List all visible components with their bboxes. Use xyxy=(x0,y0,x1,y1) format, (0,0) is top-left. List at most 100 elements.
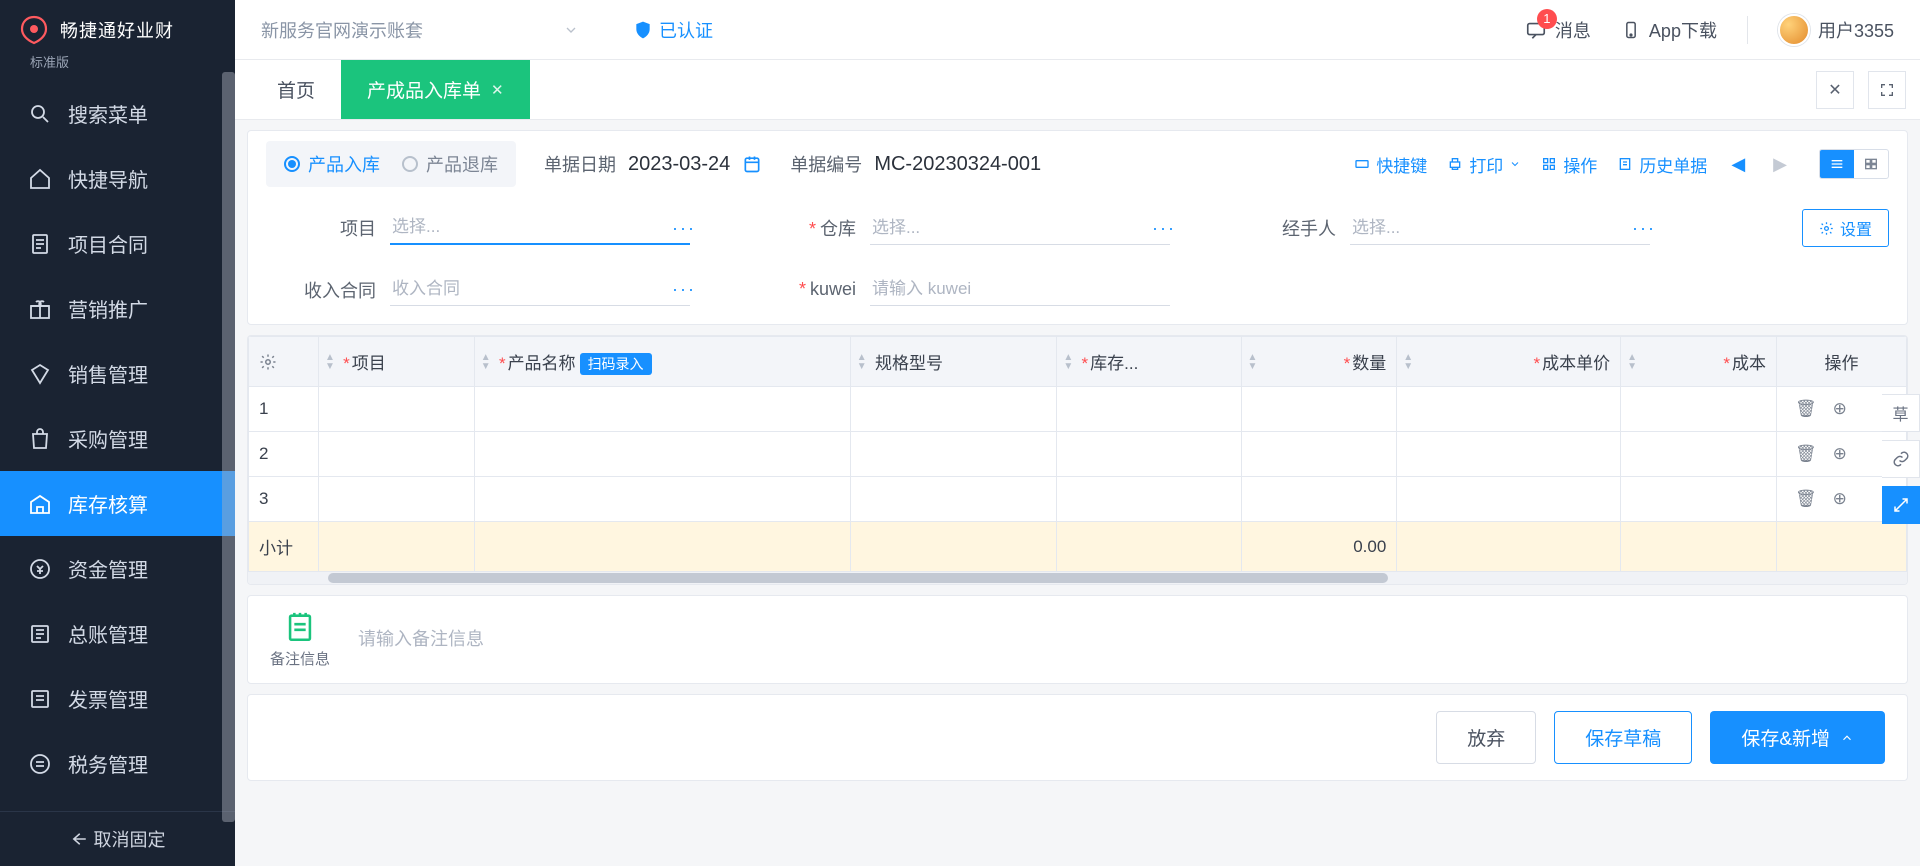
col-qty[interactable]: ▲▼ *数量 xyxy=(1241,337,1397,387)
view-list-button[interactable] xyxy=(1820,150,1854,178)
prev-record-button[interactable]: ◀ xyxy=(1727,154,1749,175)
rail-expand-button[interactable] xyxy=(1882,486,1920,524)
history-icon xyxy=(1617,156,1633,172)
list-icon xyxy=(1829,156,1845,172)
sidebar-item-sales[interactable]: 销售管理 xyxy=(0,341,235,406)
sidebar-scrollbar[interactable] xyxy=(222,72,235,822)
verified-text: 已认证 xyxy=(659,17,713,43)
remarks-panel: 备注信息 xyxy=(247,595,1908,684)
account-name: 新服务官网演示账套 xyxy=(261,17,423,43)
scrollbar-thumb[interactable] xyxy=(328,573,1388,583)
add-row-button[interactable]: ⊕ xyxy=(1833,444,1847,463)
col-spec[interactable]: ▲▼ 规格型号 xyxy=(850,337,1057,387)
fullscreen-button[interactable] xyxy=(1868,71,1906,109)
add-row-button[interactable]: ⊕ xyxy=(1833,399,1847,418)
radio-dot-icon xyxy=(284,156,300,172)
col-unitcost[interactable]: ▲▼ *成本单价 xyxy=(1397,337,1621,387)
col-stock[interactable]: ▲▼ *库存... xyxy=(1057,337,1241,387)
view-card-button[interactable] xyxy=(1854,150,1888,178)
col-label: 成本单价 xyxy=(1542,354,1610,373)
rail-draft-button[interactable]: 草 xyxy=(1882,394,1920,432)
unpin-button[interactable]: 取消固定 xyxy=(0,811,235,866)
tab-inbound-order[interactable]: 产成品入库单 ✕ xyxy=(341,60,530,119)
col-project[interactable]: ▲▼ *项目 xyxy=(319,337,475,387)
sidebar-item-label: 营销推广 xyxy=(68,294,148,323)
calendar-icon[interactable] xyxy=(742,154,762,174)
table-row[interactable]: 1🗑⊕ xyxy=(249,387,1907,432)
delete-row-button[interactable]: 🗑 xyxy=(1795,399,1817,418)
next-record-button[interactable]: ▶ xyxy=(1769,154,1791,175)
sidebar-item-label: 项目合同 xyxy=(68,229,148,258)
col-product[interactable]: ▲▼ *产品名称扫码录入 xyxy=(474,337,850,387)
tab-close-all-button[interactable]: ✕ xyxy=(1816,71,1854,109)
messages-button[interactable]: 1 消息 xyxy=(1525,17,1591,43)
more-icon[interactable]: ··· xyxy=(672,218,696,239)
sidebar-item-project[interactable]: 项目合同 xyxy=(0,211,235,276)
sidebar-item-purchase[interactable]: 采购管理 xyxy=(0,406,235,471)
unpin-label: 取消固定 xyxy=(94,826,166,852)
printer-icon xyxy=(1447,156,1463,172)
warehouse-label: *仓库 xyxy=(746,215,856,241)
app-download-button[interactable]: App下载 xyxy=(1621,17,1717,43)
handler-input[interactable] xyxy=(1350,212,1650,245)
rail-link-button[interactable] xyxy=(1882,440,1920,478)
horizontal-scrollbar[interactable] xyxy=(248,572,1907,584)
more-icon[interactable]: ··· xyxy=(672,279,696,300)
sort-icon: ▲▼ xyxy=(1627,353,1637,371)
delete-row-button[interactable]: 🗑 xyxy=(1795,444,1817,463)
col-label: 产品名称 xyxy=(508,354,576,373)
sort-icon: ▲▼ xyxy=(1063,353,1073,371)
sidebar-item-inventory[interactable]: 库存核算 xyxy=(0,471,235,536)
more-icon[interactable]: ··· xyxy=(1152,218,1176,239)
history-button[interactable]: 历史单据 xyxy=(1617,152,1707,177)
radio-return[interactable]: 产品退库 xyxy=(402,151,498,177)
sidebar-item-ledger[interactable]: 总账管理 xyxy=(0,601,235,666)
ops-button[interactable]: 操作 xyxy=(1541,152,1597,177)
download-label: App下载 xyxy=(1649,17,1717,43)
add-row-button[interactable]: ⊕ xyxy=(1833,489,1847,508)
project-input[interactable] xyxy=(390,211,690,245)
tool-label: 操作 xyxy=(1563,152,1597,177)
account-select[interactable]: 新服务官网演示账套 xyxy=(261,17,579,43)
print-button[interactable]: 打印 xyxy=(1447,152,1521,177)
warehouse-input[interactable] xyxy=(870,212,1170,245)
radio-label: 产品入库 xyxy=(308,151,380,177)
remarks-input[interactable] xyxy=(358,629,1885,650)
sidebar-item-search[interactable]: 搜索菜单 xyxy=(0,81,235,146)
row-number: 3 xyxy=(249,477,319,522)
save-new-button[interactable]: 保存&新增 xyxy=(1710,711,1885,764)
items-table: ▲▼ *项目 ▲▼ *产品名称扫码录入 ▲▼ 规格型号 ▲▼ *库存... ▲▼… xyxy=(247,335,1908,585)
handler-label: 经手人 xyxy=(1226,215,1336,241)
tab-home[interactable]: 首页 xyxy=(251,60,341,119)
sidebar-item-tax[interactable]: 税务管理 xyxy=(0,731,235,796)
shortcut-button[interactable]: 快捷键 xyxy=(1354,152,1427,177)
col-config[interactable] xyxy=(249,337,319,387)
sidebar-item-invoice[interactable]: 发票管理 xyxy=(0,666,235,731)
sidebar-item-funds[interactable]: 资金管理 xyxy=(0,536,235,601)
settings-button[interactable]: 设置 xyxy=(1802,209,1889,247)
project-field: 项目 ··· xyxy=(266,211,696,245)
col-cost[interactable]: ▲▼ *成本 xyxy=(1621,337,1777,387)
scan-badge[interactable]: 扫码录入 xyxy=(580,353,652,375)
home-icon xyxy=(28,167,52,191)
radio-inbound[interactable]: 产品入库 xyxy=(284,151,380,177)
kuwei-input[interactable] xyxy=(870,273,1170,306)
close-icon[interactable]: ✕ xyxy=(491,81,504,99)
sidebar-item-label: 销售管理 xyxy=(68,359,148,388)
view-toggle xyxy=(1819,149,1889,179)
user-menu[interactable]: 用户3355 xyxy=(1778,14,1894,46)
date-value[interactable]: 2023-03-24 xyxy=(628,153,730,176)
delete-row-button[interactable]: 🗑 xyxy=(1795,489,1817,508)
income-contract-input[interactable] xyxy=(390,273,690,306)
brand-logo-icon xyxy=(18,14,50,46)
tab-label: 首页 xyxy=(277,76,315,103)
sidebar-item-marketing[interactable]: 营销推广 xyxy=(0,276,235,341)
footer: 放弃 保存草稿 保存&新增 xyxy=(247,694,1908,781)
table-row[interactable]: 3 🗑 ⊕ xyxy=(249,477,1907,522)
save-draft-button[interactable]: 保存草稿 xyxy=(1554,711,1692,764)
sidebar-item-quicknav[interactable]: 快捷导航 xyxy=(0,146,235,211)
discard-button[interactable]: 放弃 xyxy=(1436,711,1536,764)
table-row[interactable]: 2🗑⊕ xyxy=(249,432,1907,477)
more-icon[interactable]: ··· xyxy=(1632,218,1656,239)
sort-icon: ▲▼ xyxy=(325,353,335,371)
